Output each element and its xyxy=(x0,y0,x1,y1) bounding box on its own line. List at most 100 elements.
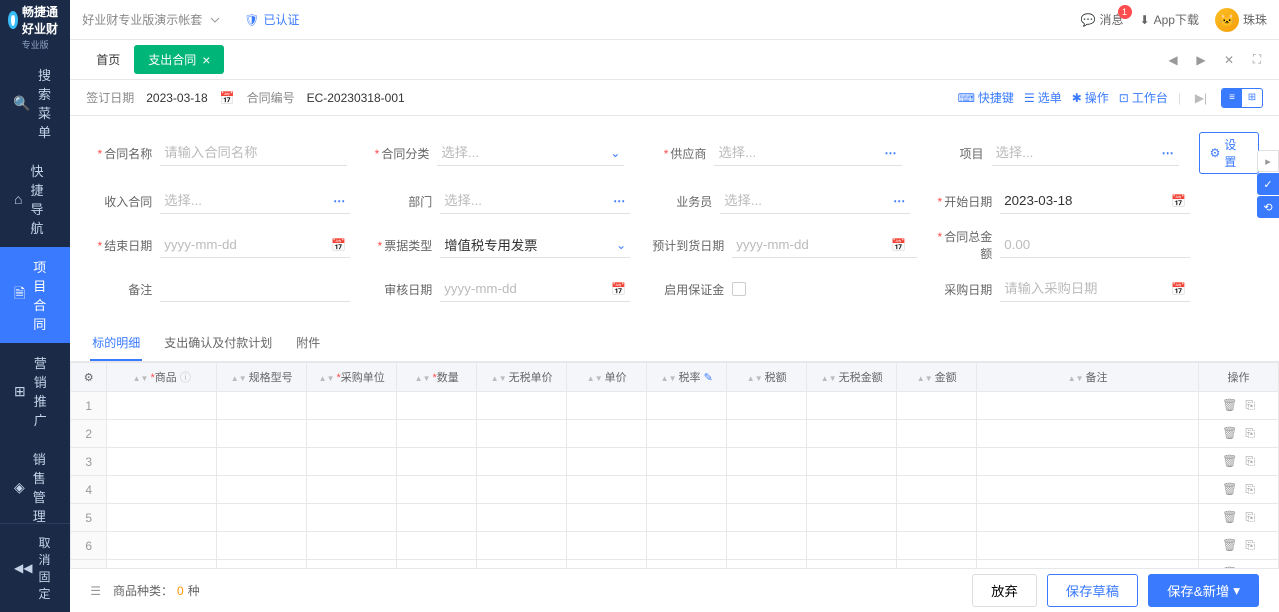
tab-home[interactable]: 首页 xyxy=(82,45,134,74)
calendar-icon[interactable]: 📅 xyxy=(1171,194,1186,208)
lookup-icon[interactable]: ⋯ xyxy=(333,194,346,208)
view-card-button[interactable]: ⊞ xyxy=(1242,89,1262,107)
supplier-input[interactable] xyxy=(714,140,901,166)
delete-row-icon[interactable]: 🗑 xyxy=(1222,426,1237,441)
rail-collapse-button[interactable]: ▸ xyxy=(1257,150,1279,172)
lookup-icon[interactable]: ⋯ xyxy=(885,146,898,160)
sidebar-item-4[interactable]: ◈销售管理 xyxy=(0,439,70,523)
col-settings[interactable]: ⚙ xyxy=(71,363,107,392)
copy-row-icon[interactable]: ⎘ xyxy=(1245,510,1255,525)
subtab-attachment[interactable]: 附件 xyxy=(294,324,322,361)
table-row[interactable]: 3🗑⎘ xyxy=(71,448,1279,476)
delete-row-icon[interactable]: 🗑 xyxy=(1222,538,1237,553)
table-row[interactable]: 4🗑⎘ xyxy=(71,476,1279,504)
table-row[interactable]: 2🗑⎘ xyxy=(71,420,1279,448)
close-icon[interactable]: × xyxy=(202,53,210,67)
contract-category-input[interactable] xyxy=(437,140,624,166)
copy-row-icon[interactable]: ⎘ xyxy=(1245,538,1255,553)
delete-row-icon[interactable]: 🗑 xyxy=(1222,482,1237,497)
rail-action1-button[interactable]: ✓ xyxy=(1257,173,1279,195)
form-settings-button[interactable]: ⚙ 设置 xyxy=(1199,132,1259,174)
calendar-icon[interactable]: 📅 xyxy=(331,238,346,252)
save-new-button[interactable]: 保存&新增 ▾ xyxy=(1148,574,1259,607)
delete-row-icon[interactable]: 🗑 xyxy=(1222,454,1237,469)
col-unit[interactable]: ▲▼*采购单位 xyxy=(307,363,397,392)
account-selector[interactable]: 好业财专业版演示帐套 xyxy=(82,11,220,28)
project-input[interactable] xyxy=(992,140,1179,166)
tab-prev-button[interactable]: ◀ xyxy=(1163,50,1183,70)
remark-input[interactable] xyxy=(160,276,350,302)
col-tax-rate[interactable]: ▲▼税率 ✎ xyxy=(647,363,727,392)
select-order-link[interactable]: ☰选单 xyxy=(1024,89,1062,106)
contract-category-field: *合同分类 ⌄ xyxy=(367,140,624,166)
copy-row-icon[interactable]: ⎘ xyxy=(1245,454,1255,469)
sidebar-item-0[interactable]: 🔍搜索菜单 xyxy=(0,55,70,151)
col-price-notax[interactable]: ▲▼无税单价 xyxy=(477,363,567,392)
user-menu[interactable]: 🐱 珠珠 xyxy=(1215,8,1267,32)
copy-row-icon[interactable]: ⎘ xyxy=(1245,426,1255,441)
dept-input[interactable] xyxy=(440,188,630,214)
delete-row-icon[interactable]: 🗑 xyxy=(1222,510,1237,525)
table-row[interactable]: 6🗑⎘ xyxy=(71,532,1279,560)
rail-action2-button[interactable]: ⟲ xyxy=(1257,196,1279,218)
table-row[interactable]: 5🗑⎘ xyxy=(71,504,1279,532)
calendar-icon[interactable]: 📅 xyxy=(1171,282,1186,296)
tabs-row: 首页 支出合同 × ◀ ▶ ✕ ⛶ xyxy=(70,40,1279,80)
contract-name-input[interactable] xyxy=(160,140,347,166)
table-row[interactable]: 1🗑⎘ xyxy=(71,392,1279,420)
copy-row-icon[interactable]: ⎘ xyxy=(1245,482,1255,497)
subtab-detail[interactable]: 标的明细 xyxy=(90,324,142,361)
audit-date-input[interactable] xyxy=(440,276,630,302)
arrival-date-input[interactable] xyxy=(732,232,917,258)
invoice-type-input[interactable] xyxy=(440,232,630,258)
contract-no-value: EC-20230318-001 xyxy=(307,91,405,105)
salesperson-input[interactable] xyxy=(720,188,910,214)
tab-expense-contract[interactable]: 支出合同 × xyxy=(134,45,224,74)
tab-close-all-button[interactable]: ✕ xyxy=(1219,50,1239,70)
shortcut-link[interactable]: ⌨快捷键 xyxy=(958,89,1014,106)
sidebar-item-2[interactable]: 🗎项目合同 xyxy=(0,247,70,343)
app-download-button[interactable]: ⬇ App下载 xyxy=(1140,11,1199,28)
col-spec[interactable]: ▲▼规格型号 xyxy=(217,363,307,392)
total-amount-input[interactable] xyxy=(1000,232,1190,258)
discard-button[interactable]: 放弃 xyxy=(972,574,1037,607)
view-list-button[interactable]: ≡ xyxy=(1222,89,1242,107)
col-remark[interactable]: ▲▼备注 xyxy=(977,363,1199,392)
sidebar-pin-toggle[interactable]: ◀◀ 取消固定 xyxy=(0,523,70,612)
operate-link[interactable]: ✱操作 xyxy=(1072,89,1109,106)
sidebar: 畅捷通好业财 专业版 🔍搜索菜单⌂快捷导航🗎项目合同⊞营销推广◈销售管理🛒采购管… xyxy=(0,0,70,612)
chevron-down-icon[interactable]: ⌄ xyxy=(610,146,620,160)
tab-next-button[interactable]: ▶ xyxy=(1191,50,1211,70)
deposit-checkbox[interactable] xyxy=(732,282,746,296)
calendar-icon[interactable]: 📅 xyxy=(220,91,235,105)
income-contract-input[interactable] xyxy=(160,188,350,214)
sidebar-item-3[interactable]: ⊞营销推广 xyxy=(0,343,70,439)
calendar-icon[interactable]: 📅 xyxy=(611,282,626,296)
edit-icon[interactable]: ✎ xyxy=(704,372,713,384)
end-date-input[interactable] xyxy=(160,232,350,258)
delete-row-icon[interactable]: 🗑 xyxy=(1222,398,1237,413)
lookup-icon[interactable]: ⋯ xyxy=(1162,146,1175,160)
fullscreen-button[interactable]: ⛶ xyxy=(1247,50,1267,70)
subtab-payment[interactable]: 支出确认及付款计划 xyxy=(162,324,274,361)
info-icon: ⓘ xyxy=(180,372,191,384)
save-draft-button[interactable]: 保存草稿 xyxy=(1047,574,1138,607)
copy-row-icon[interactable]: ⎘ xyxy=(1245,398,1255,413)
messages-button[interactable]: 💬 消息 1 xyxy=(1081,11,1124,28)
calendar-icon[interactable]: 📅 xyxy=(891,238,906,252)
table-row[interactable]: 7🗑⎘ xyxy=(71,560,1279,569)
col-amount-notax[interactable]: ▲▼无税金额 xyxy=(807,363,897,392)
col-qty[interactable]: ▲▼*数量 xyxy=(397,363,477,392)
lookup-icon[interactable]: ⋯ xyxy=(893,194,906,208)
lookup-icon[interactable]: ⋯ xyxy=(613,194,626,208)
col-product[interactable]: ▲▼*商品 ⓘ xyxy=(107,363,217,392)
col-tax[interactable]: ▲▼税额 xyxy=(727,363,807,392)
record-prev-button[interactable]: ▶| xyxy=(1191,88,1211,108)
col-price[interactable]: ▲▼单价 xyxy=(567,363,647,392)
col-amount[interactable]: ▲▼金额 xyxy=(897,363,977,392)
start-date-input[interactable] xyxy=(1000,188,1190,214)
workbench-link[interactable]: ⊡工作台 xyxy=(1119,89,1168,106)
sidebar-item-1[interactable]: ⌂快捷导航 xyxy=(0,151,70,247)
chevron-down-icon[interactable]: ⌄ xyxy=(616,238,626,252)
purchase-date-input[interactable] xyxy=(1000,276,1190,302)
